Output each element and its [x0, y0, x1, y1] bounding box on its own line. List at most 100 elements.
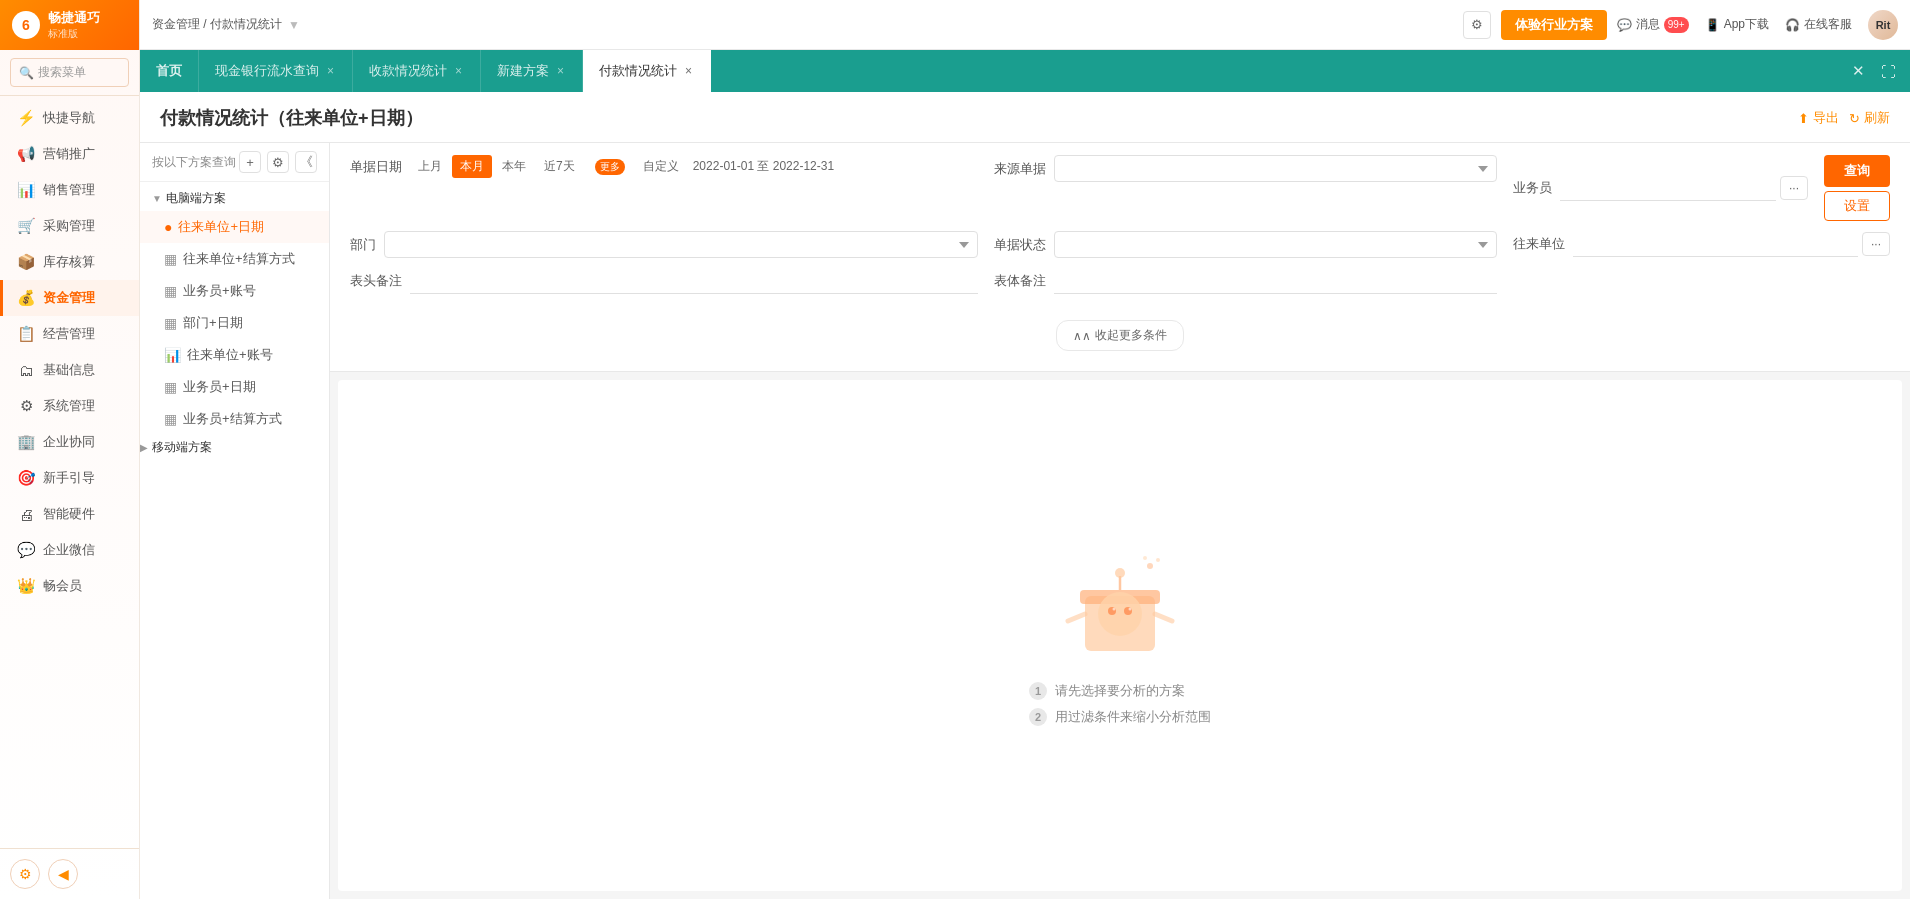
sidebar-item-operations[interactable]: 📋 经营管理: [0, 316, 139, 352]
chevron-up-icon: ∧∧: [1073, 329, 1091, 343]
message-badge: 99+: [1664, 17, 1689, 33]
query-button[interactable]: 查询: [1824, 155, 1890, 187]
sidebar-footer: ⚙ ◀: [0, 848, 139, 899]
sidebar-item-vip[interactable]: 👑 畅会员: [0, 568, 139, 604]
scheme-panel-header: 按以下方案查询 + ⚙ 《: [140, 143, 329, 182]
date-this-month-button[interactable]: 本月: [452, 155, 492, 178]
settings-small-button[interactable]: 设置: [1824, 191, 1890, 221]
date-last-month-button[interactable]: 上月: [410, 155, 450, 178]
source-select[interactable]: [1054, 155, 1497, 182]
hint-num-1: 1: [1029, 682, 1047, 700]
body-note-control: [1054, 268, 1497, 294]
maximize-button[interactable]: ⛶: [1877, 61, 1900, 82]
counterpart-more-button[interactable]: ···: [1862, 232, 1890, 256]
tab-receipt-close[interactable]: ×: [453, 64, 464, 78]
sidebar-item-guide[interactable]: 🎯 新手引导: [0, 460, 139, 496]
tab-home-label: 首页: [156, 62, 182, 80]
date-this-year-button[interactable]: 本年: [494, 155, 534, 178]
sidebar-item-quick-nav[interactable]: ⚡ 快捷导航: [0, 100, 139, 136]
sidebar-collapse-button[interactable]: ◀: [48, 859, 78, 889]
tab-new-plan-close[interactable]: ×: [555, 64, 566, 78]
app-download-button[interactable]: 📱 App下载: [1705, 16, 1769, 33]
tab-home[interactable]: 首页: [140, 50, 199, 92]
scheme-collapse-button[interactable]: 《: [295, 151, 317, 173]
export-button[interactable]: ⬆ 导出: [1798, 109, 1839, 127]
scheme-item-salesperson-date[interactable]: ▦ 业务员+日期: [140, 371, 329, 403]
collapse-conditions-button[interactable]: ∧∧ 收起更多条件: [1056, 320, 1184, 351]
filter-row-1: 单据日期 上月 本月 本年 近7天 更多 自定义 2022-01-01 至: [350, 155, 1890, 221]
sidebar-item-wechat[interactable]: 💬 企业微信: [0, 532, 139, 568]
trial-button[interactable]: 体验行业方案: [1501, 10, 1607, 40]
group-arrow-icon: ▼: [152, 193, 162, 204]
date-more-button[interactable]: 更多: [585, 156, 633, 178]
online-service-button[interactable]: 🎧 在线客服: [1785, 16, 1852, 33]
scheme-item-counterpart-date[interactable]: ● 往来单位+日期: [140, 211, 329, 243]
tab-payment[interactable]: 付款情况统计 ×: [583, 50, 711, 92]
headset-icon: 🎧: [1785, 18, 1800, 32]
svg-point-11: [1147, 563, 1153, 569]
add-scheme-button[interactable]: +: [239, 151, 261, 173]
salesperson-input[interactable]: [1560, 175, 1776, 201]
body-note-label: 表体备注: [994, 272, 1046, 290]
main-area: 资金管理 / 付款情况统计 ▼ ⚙ 体验行业方案 💬 消息 99+ 📱 App下…: [140, 0, 1910, 899]
page-content: 付款情况统计（往来单位+日期） ⬆ 导出 ↻ 刷新 按以下方案查询 +: [140, 92, 1910, 899]
voucher-status-select[interactable]: [1054, 231, 1497, 258]
operations-icon: 📋: [17, 325, 35, 343]
empty-hint-2: 2 用过滤条件来缩小分析范围: [1029, 708, 1211, 726]
date-custom-button[interactable]: 自定义: [635, 155, 687, 178]
mobile-scheme-group[interactable]: ▶ 移动端方案: [140, 435, 329, 460]
salesperson-more-button[interactable]: ···: [1780, 176, 1808, 200]
vip-icon: 👑: [17, 577, 35, 595]
scheme-item-salesperson-settle[interactable]: ▦ 业务员+结算方式: [140, 403, 329, 435]
tab-bank[interactable]: 现金银行流水查询 ×: [199, 50, 353, 92]
tab-bank-close[interactable]: ×: [325, 64, 336, 78]
marketing-icon: 📢: [17, 145, 35, 163]
topbar: 资金管理 / 付款情况统计 ▼ ⚙ 体验行业方案 💬 消息 99+ 📱 App下…: [140, 0, 1910, 50]
sidebar-item-sales[interactable]: 📊 销售管理: [0, 172, 139, 208]
svg-point-6: [1129, 607, 1132, 610]
sidebar-item-marketing[interactable]: 📢 营销推广: [0, 136, 139, 172]
scheme-icon-3: ▦: [164, 315, 177, 331]
tab-payment-close[interactable]: ×: [683, 64, 694, 78]
scheme-settings-button[interactable]: ⚙: [267, 151, 289, 173]
tab-receipt[interactable]: 收款情况统计 ×: [353, 50, 481, 92]
scheme-item-counterpart-settle[interactable]: ▦ 往来单位+结算方式: [140, 243, 329, 275]
header-note-filter: 表头备注: [350, 268, 978, 294]
refresh-button[interactable]: ↻ 刷新: [1849, 109, 1890, 127]
logo-icon: 6: [12, 11, 40, 39]
scheme-item-counterpart-account[interactable]: 📊 往来单位+账号: [140, 339, 329, 371]
page-title: 付款情况统计（往来单位+日期）: [160, 106, 423, 142]
scheme-item-dept-date[interactable]: ▦ 部门+日期: [140, 307, 329, 339]
quick-nav-icon: ⚡: [17, 109, 35, 127]
dept-select[interactable]: [384, 231, 978, 258]
sidebar-item-funds[interactable]: 💰 资金管理: [0, 280, 139, 316]
topbar-settings-button[interactable]: ⚙: [1463, 11, 1491, 39]
mobile-group-label: 移动端方案: [152, 439, 212, 456]
scheme-item-salesperson-account[interactable]: ▦ 业务员+账号: [140, 275, 329, 307]
header-note-input[interactable]: [410, 268, 978, 294]
scheme-panel: 按以下方案查询 + ⚙ 《 ▼ 电脑端方案: [140, 143, 330, 899]
sidebar-item-system[interactable]: ⚙ 系统管理: [0, 388, 139, 424]
user-avatar[interactable]: Rit: [1868, 10, 1898, 40]
search-menu-button[interactable]: 🔍 搜索菜单: [10, 58, 129, 87]
page-actions: ⬆ 导出 ↻ 刷新: [1798, 109, 1890, 139]
sidebar-item-basic-info[interactable]: 🗂 基础信息: [0, 352, 139, 388]
empty-illustration: [1060, 546, 1180, 666]
voucher-status-label: 单据状态: [994, 236, 1046, 254]
sidebar-item-hardware[interactable]: 🖨 智能硬件: [0, 496, 139, 532]
message-button[interactable]: 💬 消息 99+: [1617, 16, 1689, 33]
counterpart-input[interactable]: [1573, 231, 1858, 257]
dept-filter: 部门: [350, 231, 978, 258]
tab-new-plan[interactable]: 新建方案 ×: [481, 50, 583, 92]
enterprise-icon: 🏢: [17, 433, 35, 451]
sidebar-item-inventory[interactable]: 📦 库存核算: [0, 244, 139, 280]
close-all-tabs-button[interactable]: ✕: [1848, 60, 1869, 82]
source-control: [1054, 155, 1497, 182]
date-7days-button[interactable]: 近7天: [536, 155, 583, 178]
sidebar-item-enterprise[interactable]: 🏢 企业协同: [0, 424, 139, 460]
body-note-input[interactable]: [1054, 268, 1497, 294]
refresh-icon: ↻: [1849, 111, 1860, 126]
sidebar-item-purchase[interactable]: 🛒 采购管理: [0, 208, 139, 244]
desktop-scheme-group[interactable]: ▼ 电脑端方案: [140, 182, 329, 211]
sidebar-settings-button[interactable]: ⚙: [10, 859, 40, 889]
